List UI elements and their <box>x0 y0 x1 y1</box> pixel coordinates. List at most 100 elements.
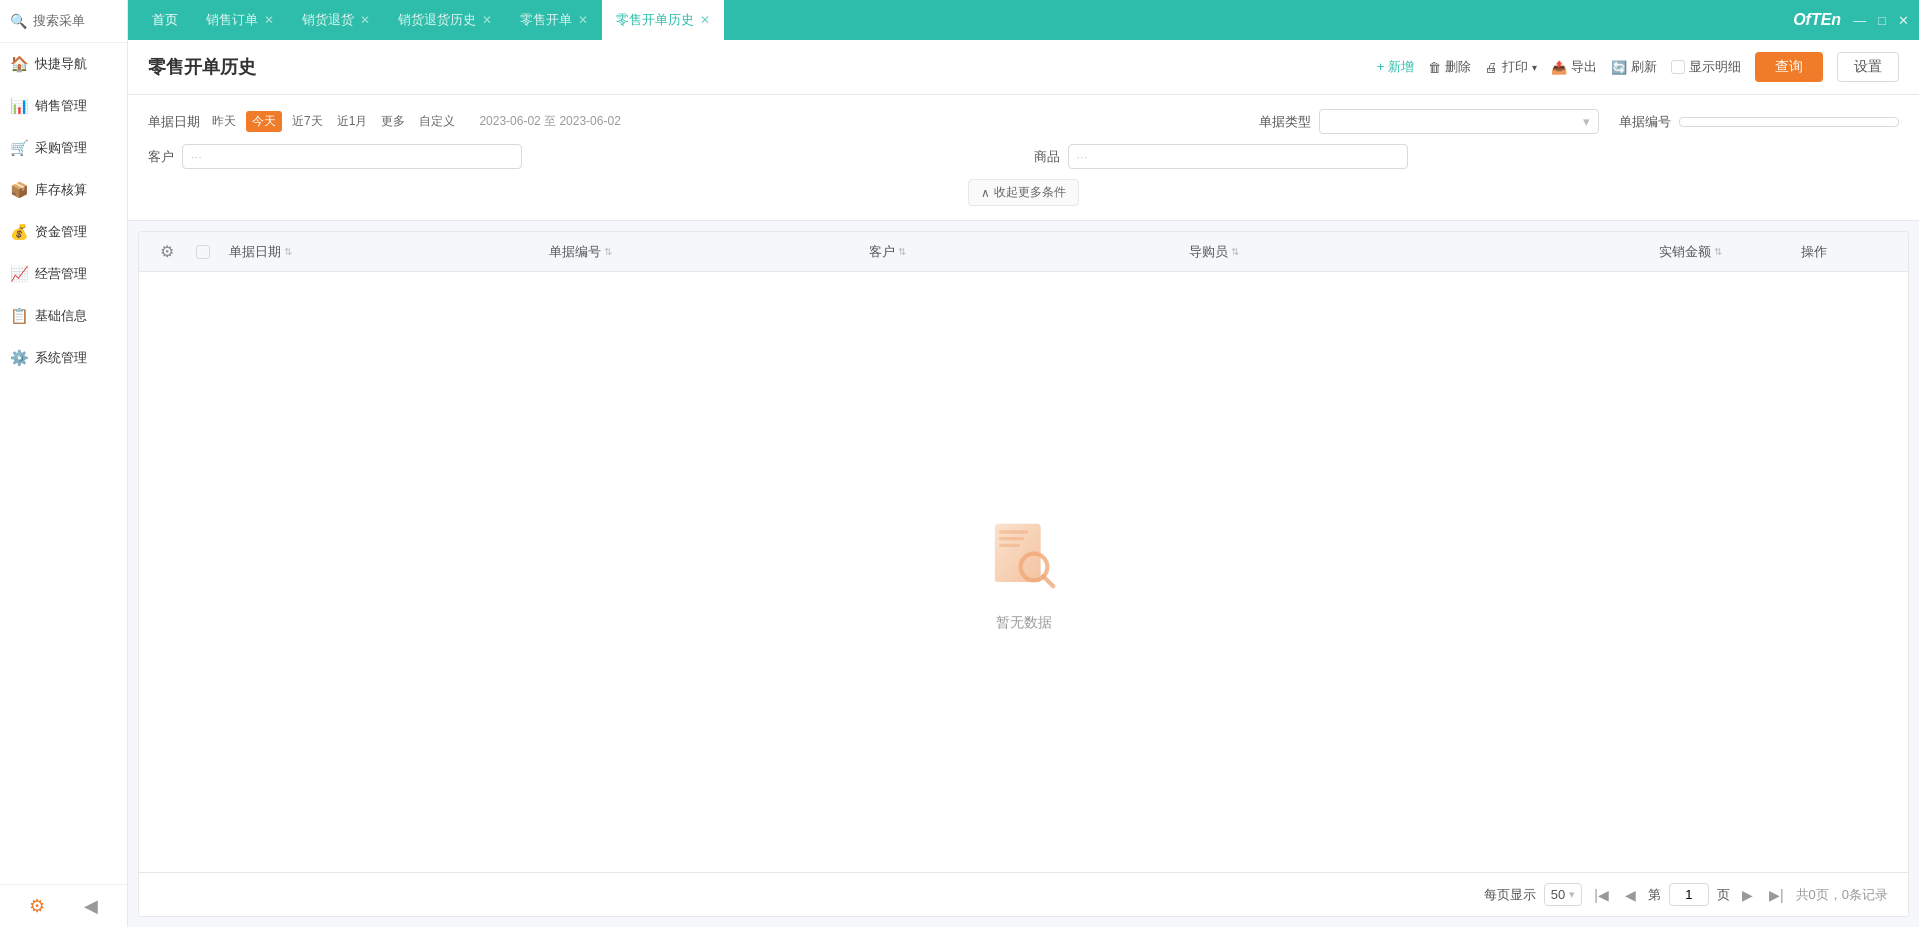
product-label: 商品 <box>1034 148 1060 166</box>
shortcut-7days[interactable]: 近7天 <box>288 111 327 132</box>
date-shortcuts: 昨天 今天 近7天 近1月 更多 自定义 <box>208 111 459 132</box>
th-date-label: 单据日期 <box>229 243 281 261</box>
chevron-up-icon: ∧ <box>981 186 990 200</box>
page-size-select[interactable]: 50 ▾ <box>1544 883 1582 906</box>
table-settings-btn[interactable]: ⚙ <box>149 242 185 261</box>
sidebar-settings-btn[interactable]: ⚙ <box>29 895 45 917</box>
page-first-btn[interactable]: |◀ <box>1590 885 1613 905</box>
docno-input[interactable] <box>1679 117 1899 127</box>
sidebar-item-label: 销售管理 <box>35 97 87 115</box>
shortcut-more[interactable]: 更多 <box>377 111 409 132</box>
shortcut-custom[interactable]: 自定义 <box>415 111 459 132</box>
delete-label: 删除 <box>1445 58 1471 76</box>
page-suffix: 页 <box>1717 886 1730 904</box>
tab-retail-open-close[interactable]: ✕ <box>578 13 588 27</box>
top-nav: 首页 销售订单 ✕ 销货退货 ✕ 销货退货历史 ✕ 零售开单 ✕ 零售开单历史 … <box>128 0 1919 40</box>
page-prev-btn[interactable]: ◀ <box>1621 885 1640 905</box>
tab-retail-open-label: 零售开单 <box>520 11 572 29</box>
sort-customer-icon: ⇅ <box>898 246 906 257</box>
page-last-btn[interactable]: ▶| <box>1765 885 1788 905</box>
refresh-icon: 🔄 <box>1611 60 1627 75</box>
page-input[interactable] <box>1669 883 1709 906</box>
query-button[interactable]: 查询 <box>1755 52 1823 82</box>
refresh-button[interactable]: 🔄 刷新 <box>1611 58 1657 76</box>
th-customer[interactable]: 客户 ⇅ <box>861 243 1181 261</box>
checkbox-display[interactable] <box>1671 60 1685 74</box>
delete-button[interactable]: 🗑 删除 <box>1428 58 1471 76</box>
print-chevron-icon: ▾ <box>1532 62 1537 73</box>
tab-sales-return-history-close[interactable]: ✕ <box>482 13 492 27</box>
window-close-btn[interactable]: ✕ <box>1898 13 1909 28</box>
doctype-select[interactable]: ▾ <box>1319 109 1599 134</box>
sidebar-item-label: 采购管理 <box>35 139 87 157</box>
sidebar-item-label: 资金管理 <box>35 223 87 241</box>
money-icon: 💰 <box>10 223 29 241</box>
sidebar-item-label: 系统管理 <box>35 349 87 367</box>
svg-rect-3 <box>999 544 1020 547</box>
table-checkbox-all[interactable] <box>185 245 221 259</box>
nav-tabs: 首页 销售订单 ✕ 销货退货 ✕ 销货退货历史 ✕ 零售开单 ✕ 零售开单历史 … <box>138 0 724 40</box>
filter-docno-item: 单据编号 <box>1619 113 1899 131</box>
setting-button[interactable]: 设置 <box>1837 52 1899 82</box>
tab-retail-history-close[interactable]: ✕ <box>700 13 710 27</box>
sidebar-item-system-mgmt[interactable]: ⚙️ 系统管理 <box>0 337 127 379</box>
tab-sales-order[interactable]: 销售订单 ✕ <box>192 0 288 40</box>
export-button[interactable]: 📤 导出 <box>1551 58 1597 76</box>
add-button[interactable]: + 新增 <box>1377 58 1414 76</box>
tab-retail-history[interactable]: 零售开单历史 ✕ <box>602 0 724 40</box>
shortcut-1month[interactable]: 近1月 <box>333 111 372 132</box>
checkbox-all[interactable] <box>196 245 210 259</box>
sidebar-item-basic-info[interactable]: 📋 基础信息 <box>0 295 127 337</box>
sidebar-collapse-btn[interactable]: ◀ <box>84 895 98 917</box>
tab-retail-open[interactable]: 零售开单 ✕ <box>506 0 602 40</box>
tab-sales-return[interactable]: 销货退货 ✕ <box>288 0 384 40</box>
shortcut-today[interactable]: 今天 <box>246 111 282 132</box>
page-header: 零售开单历史 + 新增 🗑 删除 🖨 打印 ▾ 📤 导出 🔄 <box>128 40 1919 95</box>
tab-sales-order-close[interactable]: ✕ <box>264 13 274 27</box>
sidebar-search[interactable]: 🔍 搜索采单 <box>0 0 127 43</box>
page-size-value: 50 <box>1551 887 1565 902</box>
display-detail-label: 显示明细 <box>1689 58 1741 76</box>
th-ops: 操作 <box>1730 243 1898 261</box>
page-title: 零售开单历史 <box>148 55 256 79</box>
tab-home[interactable]: 首页 <box>138 0 192 40</box>
table-area: ⚙ 单据日期 ⇅ 单据编号 ⇅ 客户 ⇅ 导购员 ⇅ <box>138 231 1909 917</box>
sidebar-item-sales-mgmt[interactable]: 📊 销售管理 <box>0 85 127 127</box>
product-placeholder: ··· <box>1077 149 1088 164</box>
th-no[interactable]: 单据编号 ⇅ <box>541 243 861 261</box>
window-min-btn[interactable]: — <box>1853 13 1866 28</box>
window-max-btn[interactable]: □ <box>1878 13 1886 28</box>
doc-icon: 📋 <box>10 307 29 325</box>
th-salesperson[interactable]: 导购员 ⇅ <box>1181 243 1501 261</box>
sidebar-item-purchase-mgmt[interactable]: 🛒 采购管理 <box>0 127 127 169</box>
display-detail-toggle[interactable]: 显示明细 <box>1671 58 1741 76</box>
table-body: 暂无数据 <box>139 272 1908 872</box>
filter-customer-item: 客户 ··· <box>148 144 522 169</box>
product-input[interactable]: ··· <box>1068 144 1408 169</box>
customer-input[interactable]: ··· <box>182 144 522 169</box>
svg-rect-1 <box>999 530 1028 533</box>
customer-placeholder: ··· <box>191 149 202 164</box>
print-button[interactable]: 🖨 打印 ▾ <box>1485 58 1537 76</box>
sidebar-item-label: 基础信息 <box>35 307 87 325</box>
th-date[interactable]: 单据日期 ⇅ <box>221 243 541 261</box>
sidebar: 🔍 搜索采单 🏠 快捷导航 📊 销售管理 🛒 采购管理 📦 库存核算 💰 资金管… <box>0 0 128 927</box>
collapse-button[interactable]: ∧ 收起更多条件 <box>968 179 1079 206</box>
box-icon: 📦 <box>10 181 29 199</box>
filter-date-item: 单据日期 昨天 今天 近7天 近1月 更多 自定义 <box>148 111 459 132</box>
filter-doctype-item: 单据类型 ▾ <box>1259 109 1599 134</box>
sidebar-item-finance-mgmt[interactable]: 💰 资金管理 <box>0 211 127 253</box>
home-icon: 🏠 <box>10 55 29 73</box>
print-icon: 🖨 <box>1485 60 1498 75</box>
shortcut-yesterday[interactable]: 昨天 <box>208 111 240 132</box>
page-next-btn[interactable]: ▶ <box>1738 885 1757 905</box>
sidebar-item-quick-nav[interactable]: 🏠 快捷导航 <box>0 43 127 85</box>
tab-sales-return-close[interactable]: ✕ <box>360 13 370 27</box>
th-amount[interactable]: 实销金额 ⇅ <box>1501 243 1730 261</box>
table-header: ⚙ 单据日期 ⇅ 单据编号 ⇅ 客户 ⇅ 导购员 ⇅ <box>139 232 1908 272</box>
tab-sales-return-history-label: 销货退货历史 <box>398 11 476 29</box>
sidebar-item-inventory[interactable]: 📦 库存核算 <box>0 169 127 211</box>
tab-sales-return-history[interactable]: 销货退货历史 ✕ <box>384 0 506 40</box>
filter-row-2: 客户 ··· 商品 ··· <box>148 144 1899 169</box>
sidebar-item-operations-mgmt[interactable]: 📈 经营管理 <box>0 253 127 295</box>
